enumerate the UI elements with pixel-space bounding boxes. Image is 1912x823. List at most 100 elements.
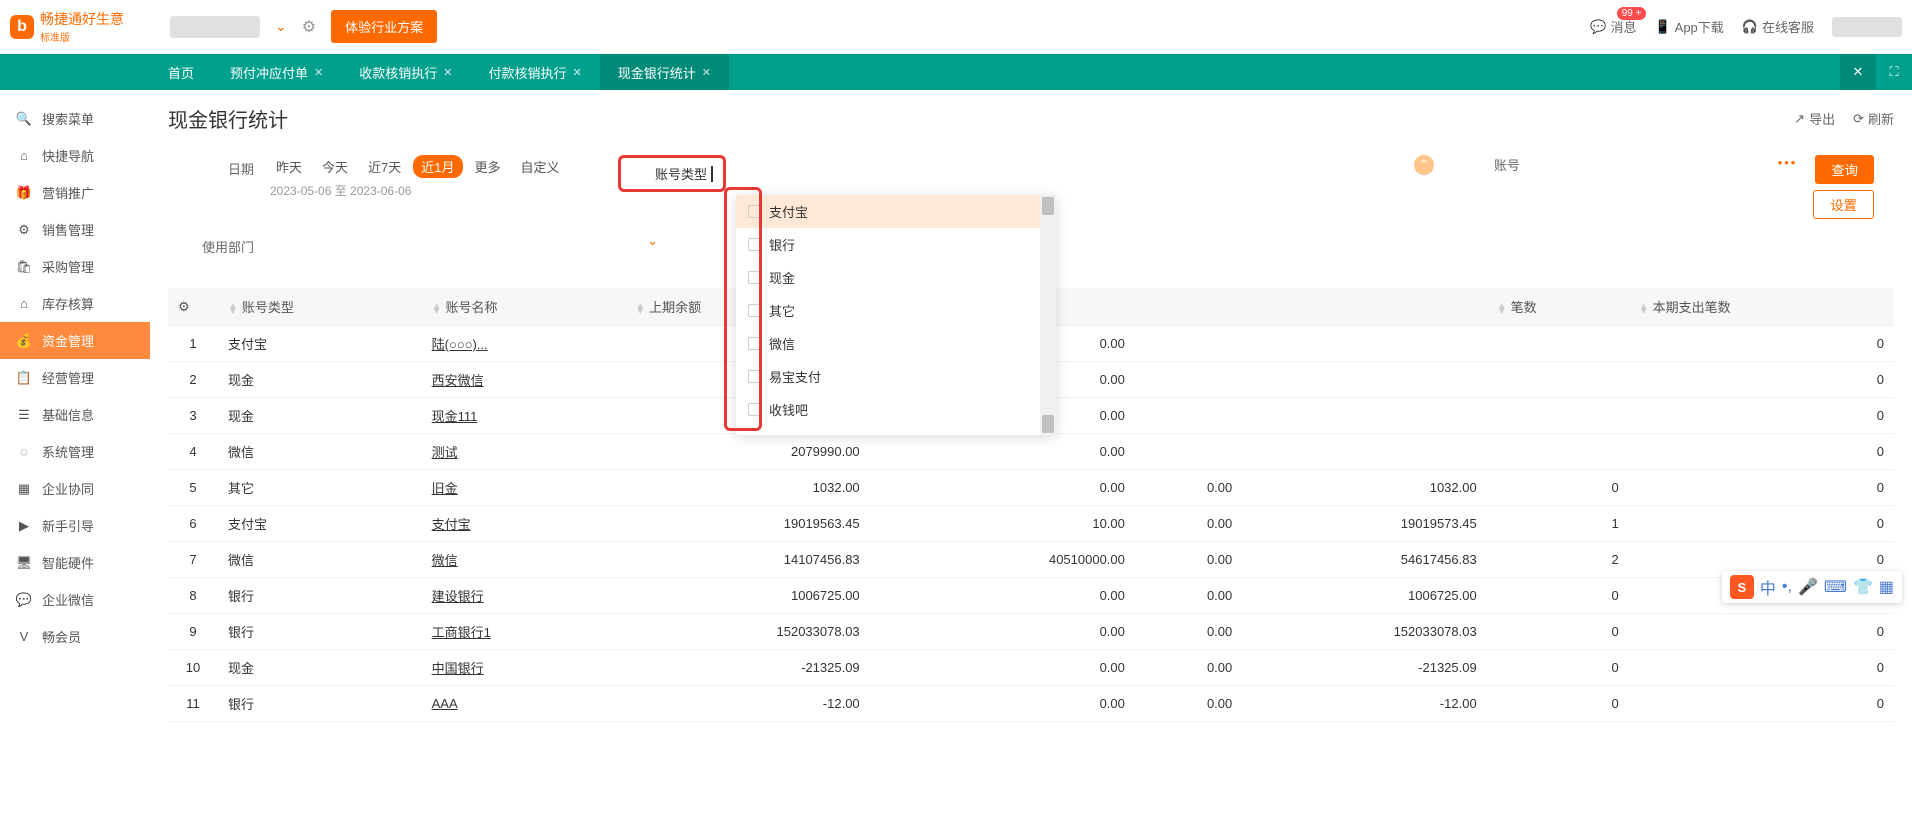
sidebar-item-经营管理[interactable]: 📋经营管理 [0, 359, 150, 396]
ime-toolbar[interactable]: S 中 •, 🎤 ⌨ 👕 ▦ [1722, 571, 1902, 603]
checkbox[interactable] [748, 337, 761, 350]
sidebar-item-基础信息[interactable]: ☰基础信息 [0, 396, 150, 433]
checkbox[interactable] [748, 304, 761, 317]
table-row[interactable]: 10现金中国银行-21325.090.000.00-21325.0900 [168, 650, 1894, 686]
org-switch-icon[interactable]: ⌄ [275, 18, 287, 35]
column-header[interactable] [1242, 288, 1486, 326]
tab-close-icon[interactable]: ✕ [314, 66, 323, 79]
account-name-link[interactable]: 工商银行1 [432, 625, 491, 640]
scrollbar-up-icon[interactable] [1042, 197, 1054, 215]
column-header[interactable]: ▲▼笔数 [1487, 288, 1629, 326]
sidebar-item-采购管理[interactable]: 🛍采购管理 [0, 248, 150, 285]
dropdown-option-其它[interactable]: 其它 [736, 294, 1056, 327]
checkbox[interactable] [748, 205, 761, 218]
checkbox[interactable] [748, 370, 761, 383]
user-avatar-blurred[interactable] [1832, 17, 1902, 37]
dropdown-option-微信[interactable]: 微信 [736, 327, 1056, 360]
account-name-link[interactable]: 陆(○○○)... [432, 337, 488, 352]
sidebar-item-资金管理[interactable]: 💰资金管理 [0, 322, 150, 359]
dept-select[interactable]: ⌄ [268, 233, 668, 249]
tab-收款核销执行[interactable]: 收款核销执行✕ [341, 54, 470, 90]
dropdown-option-银行[interactable]: 银行 [736, 228, 1056, 261]
table-row[interactable]: 4微信测试2079990.000.000 [168, 434, 1894, 470]
sort-icon[interactable]: ▲▼ [228, 304, 238, 314]
account-name-link[interactable]: 测试 [432, 445, 458, 460]
tab-close-icon[interactable]: ✕ [443, 66, 452, 79]
ime-keyboard-icon[interactable]: ⌨ [1824, 577, 1847, 597]
date-option-今天[interactable]: 今天 [314, 155, 356, 178]
sidebar-item-企业微信[interactable]: 💬企业微信 [0, 581, 150, 618]
sidebar-item-销售管理[interactable]: ⚙销售管理 [0, 211, 150, 248]
sidebar-item-企业协同[interactable]: ▦企业协同 [0, 470, 150, 507]
ime-toolbox-icon[interactable]: ▦ [1879, 577, 1894, 597]
account-name-link[interactable]: 西安微信 [432, 373, 484, 388]
column-header[interactable]: ▲▼账号名称 [422, 288, 626, 326]
table-row[interactable]: 11银行AAA-12.000.000.00-12.0000 [168, 686, 1894, 722]
account-name-link[interactable]: 中国银行 [432, 661, 484, 676]
table-row[interactable]: 5其它旧金1032.000.000.001032.0000 [168, 470, 1894, 506]
checkbox[interactable] [748, 238, 761, 251]
ime-punct-icon[interactable]: •, [1782, 578, 1792, 596]
ime-lang[interactable]: 中 [1760, 575, 1776, 599]
column-header[interactable]: ▲▼本期支出笔数 [1629, 288, 1894, 326]
dropdown-option-长沙银行[interactable]: 长沙银行 [736, 426, 1056, 435]
export-button[interactable]: ↗ 导出 [1794, 109, 1835, 128]
table-row[interactable]: 9银行工商银行1152033078.030.000.00152033078.03… [168, 614, 1894, 650]
date-option-近1月[interactable]: 近1月 [413, 155, 462, 178]
account-name-link[interactable]: 建设银行 [432, 589, 484, 604]
column-header[interactable]: ▲▼账号类型 [218, 288, 422, 326]
account-name-link[interactable]: AAA [432, 696, 458, 711]
sidebar-item-畅会员[interactable]: V畅会员 [0, 618, 150, 655]
messages-link[interactable]: 💬 消息 99 + [1590, 17, 1636, 36]
table-row[interactable]: 6支付宝支付宝19019563.4510.000.0019019573.4510 [168, 506, 1894, 542]
sidebar-item-系统管理[interactable]: ◌系统管理 [0, 433, 150, 470]
sidebar-item-新手引导[interactable]: ▶新手引导 [0, 507, 150, 544]
date-option-近7天[interactable]: 近7天 [360, 155, 409, 178]
sidebar-item-库存核算[interactable]: ⌂库存核算 [0, 285, 150, 322]
account-name-link[interactable]: 现金111 [432, 409, 478, 424]
account-name-link[interactable]: 微信 [432, 553, 458, 568]
ime-mic-icon[interactable]: 🎤 [1798, 577, 1818, 597]
refresh-button[interactable]: ⟳ 刷新 [1853, 109, 1894, 128]
date-option-昨天[interactable]: 昨天 [268, 155, 310, 178]
sort-icon[interactable]: ▲▼ [1639, 304, 1649, 314]
column-header[interactable] [1135, 288, 1242, 326]
account-name-link[interactable]: 支付宝 [432, 517, 471, 532]
sort-icon[interactable]: ▲▼ [1497, 304, 1507, 314]
dropdown-option-现金[interactable]: 现金 [736, 261, 1056, 294]
sidebar-item-智能硬件[interactable]: 🖥智能硬件 [0, 544, 150, 581]
dropdown-option-支付宝[interactable]: 支付宝 [736, 195, 1056, 228]
tab-现金银行统计[interactable]: 现金银行统计✕ [600, 54, 729, 90]
more-filters-icon[interactable]: ••• [1778, 155, 1798, 170]
support-link[interactable]: 🎧 在线客服 [1742, 17, 1814, 36]
tab-close-icon[interactable]: ✕ [702, 66, 711, 79]
sidebar-item-营销推广[interactable]: 🎁营销推广 [0, 174, 150, 211]
settings-icon[interactable]: ⚙ [302, 17, 316, 37]
scrollbar-down-icon[interactable] [1042, 415, 1054, 433]
table-settings-icon[interactable]: ⚙ [168, 288, 218, 326]
checkbox[interactable] [748, 271, 761, 284]
query-button[interactable]: 查询 [1815, 155, 1874, 184]
date-option-自定义[interactable]: 自定义 [513, 155, 568, 178]
trial-button[interactable]: 体验行业方案 [331, 10, 437, 43]
tab-close-icon[interactable]: ✕ [573, 66, 582, 79]
tab-付款核销执行[interactable]: 付款核销执行✕ [470, 54, 599, 90]
sort-icon[interactable]: ▲▼ [432, 304, 442, 314]
account-name-link[interactable]: 旧金 [432, 481, 458, 496]
sidebar-item-搜索菜单[interactable]: 🔍搜索菜单 [0, 100, 150, 137]
app-download-link[interactable]: 📱 App下载 [1654, 17, 1723, 36]
collapse-filter-icon[interactable]: ⌃ [1414, 155, 1434, 175]
dropdown-scrollbar-track[interactable] [1040, 195, 1056, 435]
ime-skin-icon[interactable]: 👕 [1853, 577, 1873, 597]
tab-预付冲应付单[interactable]: 预付冲应付单✕ [212, 54, 341, 90]
checkbox[interactable] [748, 403, 761, 416]
table-row[interactable]: 7微信微信14107456.8340510000.000.0054617456.… [168, 542, 1894, 578]
sidebar-item-快捷导航[interactable]: ⌂快捷导航 [0, 137, 150, 174]
dropdown-option-收钱吧[interactable]: 收钱吧 [736, 393, 1056, 426]
tab-首页[interactable]: 首页 [150, 54, 212, 90]
close-tab-button[interactable]: ✕ [1840, 54, 1876, 90]
dropdown-option-易宝支付[interactable]: 易宝支付 [736, 360, 1056, 393]
date-option-更多[interactable]: 更多 [467, 155, 509, 178]
filter-settings-button[interactable]: 设置 [1813, 190, 1874, 219]
fullscreen-button[interactable]: ⛶ [1876, 54, 1912, 90]
